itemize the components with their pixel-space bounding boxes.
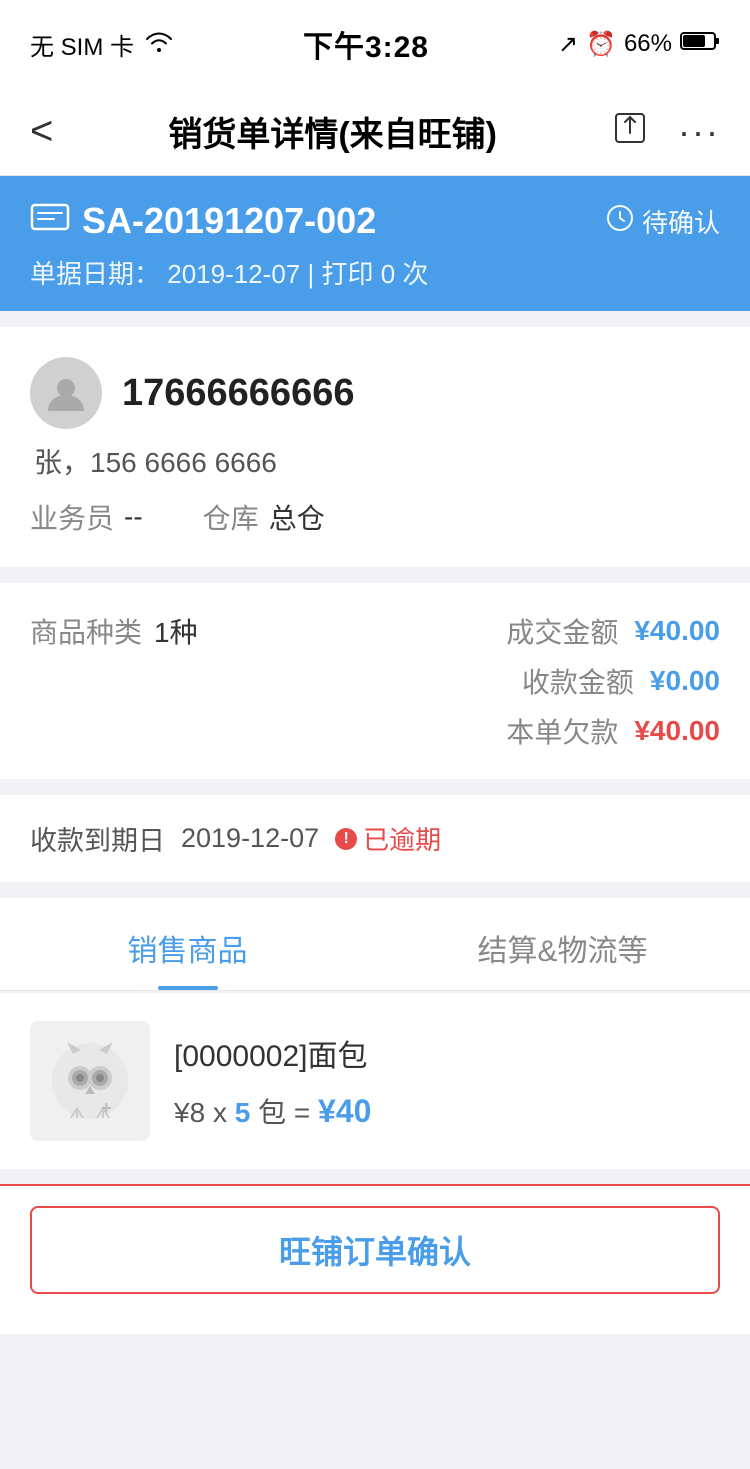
overdue-warning-icon: ! — [335, 828, 357, 850]
wifi-icon — [144, 30, 174, 59]
battery-icon — [680, 30, 720, 59]
warehouse-value: 总仓 — [269, 497, 325, 537]
table-row: + [0000002]面包 ¥8 x 5 包 = ¥40 — [0, 993, 750, 1169]
overdue-badge: ! 已逾期 — [335, 820, 441, 857]
owing-amount-row: 本单欠款 ¥40.00 — [506, 711, 720, 751]
tabs-container: 销售商品 结算&物流等 — [0, 898, 750, 991]
owing-value: ¥40.00 — [634, 715, 720, 747]
unit-price: ¥8 — [174, 1097, 205, 1128]
equals-sign: = — [294, 1097, 318, 1128]
customer-meta-row: 业务员 -- 仓库 总仓 — [30, 497, 720, 537]
due-date-card: 收款到期日 2019-12-07 ! 已逾期 — [0, 795, 750, 882]
more-icon[interactable]: ··· — [678, 111, 720, 153]
date-label: 单据日期： — [30, 259, 160, 289]
transaction-amount-row: 成交金额 ¥40.00 — [506, 611, 720, 651]
tab-settlement[interactable]: 结算&物流等 — [375, 898, 750, 990]
svg-text:+: + — [101, 1098, 112, 1118]
customer-phone: 17666666666 — [122, 372, 354, 415]
share-icon[interactable] — [612, 110, 648, 153]
nav-bar: < 销货单详情(来自旺铺) ··· — [0, 88, 750, 176]
sales-rep-label: 业务员 — [30, 497, 114, 537]
received-value: ¥0.00 — [650, 665, 720, 697]
received-amount-row: 收款金额 ¥0.00 — [522, 661, 720, 701]
status-right: ↗ ⏰ 66% — [558, 30, 720, 59]
avatar — [30, 357, 102, 429]
tab-products[interactable]: 销售商品 — [0, 898, 375, 990]
order-id-text: SA-20191207-002 — [82, 200, 376, 242]
sales-rep-item: 业务员 -- — [30, 497, 143, 537]
quantity: 5 — [235, 1097, 251, 1128]
status-text: 待确认 — [642, 203, 720, 240]
alarm-icon: ⏰ — [586, 30, 616, 59]
amount-value: ¥40.00 — [634, 615, 720, 647]
order-header-banner: SA-20191207-002 待确认 单据日期： 2019-12-07 | 打… — [0, 176, 750, 311]
order-id-row: SA-20191207-002 — [30, 200, 376, 242]
separator: | — [307, 259, 321, 289]
confirm-button-label: 旺铺订单确认 — [279, 1227, 471, 1273]
print-text: 打印 0 次 — [321, 259, 428, 289]
order-date: 2019-12-07 — [167, 259, 300, 289]
nav-actions: ··· — [612, 110, 720, 153]
product-price: ¥8 x 5 包 = ¥40 — [174, 1091, 720, 1131]
product-list: + [0000002]面包 ¥8 x 5 包 = ¥40 — [0, 993, 750, 1169]
page-title: 销货单详情(来自旺铺) — [168, 107, 497, 156]
amount-section: 成交金额 ¥40.00 收款金额 ¥0.00 本单欠款 ¥40.00 — [506, 611, 720, 751]
back-button[interactable]: < — [30, 109, 53, 154]
amount-label: 成交金额 — [506, 611, 618, 651]
product-type-value: 1种 — [154, 611, 198, 651]
order-icon — [30, 200, 70, 242]
banner-top-row: SA-20191207-002 待确认 — [30, 200, 720, 242]
unit: 包 — [258, 1097, 286, 1128]
product-type-section: 商品种类 1种 — [30, 611, 198, 651]
product-type-label: 商品种类 — [30, 611, 142, 651]
due-date-value: 2019-12-07 — [181, 823, 319, 854]
sales-rep-value: -- — [124, 501, 143, 533]
owing-label: 本单欠款 — [506, 711, 618, 751]
warehouse-item: 仓库 总仓 — [203, 497, 325, 537]
tab-products-label: 销售商品 — [128, 935, 248, 968]
customer-card: 17666666666 张，156 6666 6666 业务员 -- 仓库 总仓 — [0, 327, 750, 567]
total-price: ¥40 — [318, 1093, 371, 1129]
bottom-bar: 旺铺订单确认 — [0, 1184, 750, 1334]
multiply-sign: x — [213, 1097, 235, 1128]
product-name: [0000002]面包 — [174, 1031, 720, 1075]
due-date-label: 收款到期日 — [30, 819, 165, 858]
battery-label: 66% — [624, 30, 672, 58]
tab-settlement-label: 结算&物流等 — [477, 935, 647, 968]
summary-card: 商品种类 1种 成交金额 ¥40.00 收款金额 ¥0.00 本单欠款 ¥40.… — [0, 583, 750, 779]
customer-top-row: 17666666666 — [30, 357, 720, 429]
carrier-label: 无 SIM 卡 — [30, 27, 134, 62]
order-status: 待确认 — [606, 203, 720, 240]
received-label: 收款金额 — [522, 661, 634, 701]
clock-icon — [606, 204, 634, 239]
status-time: 下午3:28 — [303, 22, 429, 66]
order-date-row: 单据日期： 2019-12-07 | 打印 0 次 — [30, 254, 720, 291]
customer-name-phone: 张，156 6666 6666 — [30, 441, 720, 481]
overdue-text: 已逾期 — [363, 820, 441, 857]
status-left: 无 SIM 卡 — [30, 27, 174, 62]
status-bar: 无 SIM 卡 下午3:28 ↗ ⏰ 66% — [0, 0, 750, 88]
location-icon: ↗ — [558, 30, 578, 59]
confirm-order-button[interactable]: 旺铺订单确认 — [30, 1206, 720, 1294]
warehouse-label: 仓库 — [203, 497, 259, 537]
product-info: [0000002]面包 ¥8 x 5 包 = ¥40 — [174, 1031, 720, 1131]
product-image: + — [30, 1021, 150, 1141]
